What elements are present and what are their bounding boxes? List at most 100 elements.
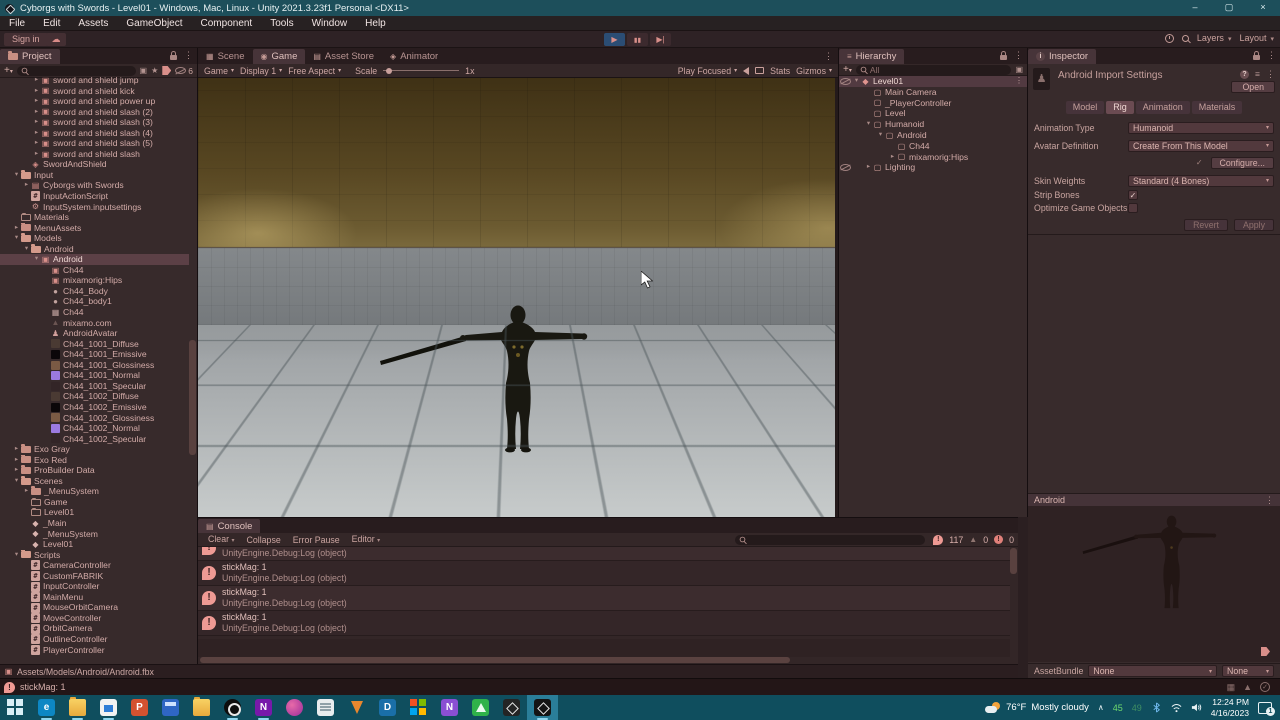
project-item-outlinecontroller[interactable]: OutlineController [0, 634, 189, 645]
sign-in-button[interactable]: Sign in [4, 33, 48, 46]
project-item-orbitcamera[interactable]: OrbitCamera [0, 623, 189, 634]
console-error-pause-button[interactable]: Error Pause [287, 533, 346, 547]
hierarchy-item-main-camera[interactable]: ▢Main Camera [839, 87, 1027, 98]
clock-widget[interactable]: 12:24 PM 4/16/2023 [1211, 697, 1249, 718]
game-viewport[interactable] [198, 78, 835, 517]
taskbar-microsoft-apps-icon[interactable] [403, 695, 434, 720]
taskbar-powerpoint-icon[interactable]: P [124, 695, 155, 720]
import-tab-animation[interactable]: Animation [1136, 101, 1190, 114]
console-entry[interactable]: !stickMag: 1UnityEngine.Debug:Log (objec… [198, 561, 1010, 586]
create-object-button[interactable]: +▾ [843, 64, 852, 75]
project-item-ch44-1001-specular[interactable]: Ch44_1001_Specular [0, 381, 189, 392]
project-item-level01[interactable]: ◆Level01 [0, 539, 189, 550]
menu-gameobject[interactable]: GameObject [117, 16, 191, 31]
expander-icon[interactable]: ▾ [12, 550, 21, 561]
project-item-ch44-1002-diffuse[interactable]: Ch44_1002_Diffuse [0, 391, 189, 402]
project-item-androidavatar[interactable]: ♟AndroidAvatar [0, 328, 189, 339]
console-entry[interactable]: !stickMag: 1UnityEngine.Debug:Log (objec… [198, 547, 1010, 561]
search-icon[interactable] [1182, 35, 1189, 42]
expander-icon[interactable]: ▾ [22, 244, 31, 255]
import-tab-materials[interactable]: Materials [1192, 101, 1243, 114]
kebab-menu-icon[interactable]: ⋮ [824, 52, 833, 61]
menu-file[interactable]: File [0, 16, 34, 31]
console-editor-dropdown[interactable]: Editor ▾ [346, 532, 386, 548]
project-item-sword-and-shield-slash-2-[interactable]: ▸▣sword and shield slash (2) [0, 107, 189, 118]
project-item-inputactionscript[interactable]: InputActionScript [0, 191, 189, 202]
expander-icon[interactable]: ▸ [32, 128, 41, 139]
menu-help[interactable]: Help [356, 16, 395, 31]
project-item-models[interactable]: ▾Models [0, 233, 189, 244]
optimize-game-objects-checkbox[interactable] [1128, 203, 1138, 213]
stats-button[interactable]: Stats [770, 66, 790, 76]
project-item-inputcontroller[interactable]: InputController [0, 581, 189, 592]
console-search-input[interactable] [735, 535, 925, 545]
project-item-ch44-1001-normal[interactable]: Ch44_1001_Normal [0, 370, 189, 381]
play-button[interactable]: ▶ [604, 33, 625, 46]
project-item-android[interactable]: ▾Android [0, 244, 189, 255]
project-item-probuilder-data[interactable]: ▸ProBuilder Data [0, 465, 189, 476]
tray-overflow-chevron[interactable]: ∧ [1098, 703, 1104, 712]
kebab-menu-icon[interactable]: ⋮ [1265, 496, 1274, 505]
project-item-input[interactable]: ▾Input [0, 170, 189, 181]
kebab-menu-icon[interactable]: ⋮ [1266, 70, 1275, 79]
tab-project[interactable]: Project [0, 49, 60, 64]
project-item-ch44-body[interactable]: ●Ch44_Body [0, 286, 189, 297]
lock-icon[interactable] [170, 55, 177, 60]
project-search-input[interactable] [17, 66, 136, 76]
taskbar-notepad-icon[interactable] [310, 695, 341, 720]
taskbar-photos-icon[interactable] [279, 695, 310, 720]
hierarchy-item-mixamorig-hips[interactable]: ▸▢mixamorig:Hips [839, 152, 1027, 163]
console-vscrollbar[interactable] [1010, 548, 1017, 574]
package-manager-icon[interactable]: ▦ [1227, 682, 1236, 693]
hidden-count[interactable]: 6 [175, 66, 193, 76]
project-item-ch44-1001-glossiness[interactable]: Ch44_1001_Glossiness [0, 360, 189, 371]
scene-visibility-eye-icon[interactable] [840, 78, 851, 85]
project-item-ch44[interactable]: ▣Ch44 [0, 265, 189, 276]
expander-icon[interactable]: ▸ [12, 455, 21, 466]
taskbar-onenote-icon[interactable]: N [248, 695, 279, 720]
taskbar-wallet-icon[interactable] [186, 695, 217, 720]
animation-type-dropdown[interactable]: Humanoid▾ [1128, 122, 1274, 134]
project-item-android[interactable]: ▾▣Android [0, 254, 189, 265]
expander-icon[interactable]: ▸ [22, 180, 31, 191]
scale-slider[interactable] [383, 70, 459, 71]
configure-button[interactable]: Configure... [1211, 157, 1274, 169]
import-tab-rig[interactable]: Rig [1106, 101, 1134, 114]
taskbar-obs-studio-icon[interactable] [217, 695, 248, 720]
strip-bones-checkbox[interactable]: ✓ [1128, 190, 1138, 200]
project-item-ch44-1001-diffuse[interactable]: Ch44_1001_Diffuse [0, 339, 189, 350]
assetbundle-dropdown[interactable]: None▾ [1088, 665, 1217, 677]
project-item-menuassets[interactable]: ▸MenuAssets [0, 223, 189, 234]
bluetooth-icon[interactable] [1151, 702, 1162, 713]
taskbar-calculator-icon[interactable] [155, 695, 186, 720]
expander-icon[interactable]: ▾ [864, 119, 873, 130]
avatar-definition-dropdown[interactable]: Create From This Model▾ [1128, 140, 1274, 152]
kebab-menu-icon[interactable]: ⋮ [1015, 76, 1023, 87]
volume-icon[interactable] [1191, 702, 1202, 713]
menu-component[interactable]: Component [192, 16, 262, 31]
kebab-menu-icon[interactable]: ⋮ [1014, 51, 1023, 60]
lock-icon[interactable] [1253, 55, 1260, 60]
project-item-ch44-1002-emissive[interactable]: Ch44_1002_Emissive [0, 402, 189, 413]
project-item-cameracontroller[interactable]: CameraController [0, 560, 189, 571]
menu-window[interactable]: Window [303, 16, 357, 31]
project-item-sword-and-shield-slash-3-[interactable]: ▸▣sword and shield slash (3) [0, 117, 189, 128]
tab-hierarchy[interactable]: ≡ Hierarchy [839, 49, 904, 64]
wifi-icon[interactable] [1171, 702, 1182, 713]
project-item-ch44[interactable]: ▦Ch44 [0, 307, 189, 318]
hierarchy-item-lighting[interactable]: ▸▢Lighting [839, 162, 1027, 173]
project-item-playercontroller[interactable]: PlayerController [0, 645, 189, 656]
project-item-scenes[interactable]: ▾Scenes [0, 476, 189, 487]
tab-inspector[interactable]: i Inspector [1028, 49, 1096, 64]
project-item-sword-and-shield-slash-4-[interactable]: ▸▣sword and shield slash (4) [0, 128, 189, 139]
project-item-sword-and-shield-slash[interactable]: ▸▣sword and shield slash [0, 149, 189, 160]
undo-history-icon[interactable] [1165, 34, 1174, 43]
expander-icon[interactable]: ▸ [864, 162, 873, 173]
editor-status-bar[interactable]: ! stickMag: 1 ▦ ▲ ✓ [0, 678, 1280, 695]
taskbar-unity-editor-icon[interactable] [527, 695, 558, 720]
expander-icon[interactable]: ▸ [12, 444, 21, 455]
tab-animator[interactable]: ◈Animator [382, 49, 446, 64]
notification-center-icon[interactable]: 1 [1258, 702, 1272, 714]
project-item-customfabrik[interactable]: CustomFABRIK [0, 571, 189, 582]
close-button[interactable]: × [1246, 0, 1280, 16]
